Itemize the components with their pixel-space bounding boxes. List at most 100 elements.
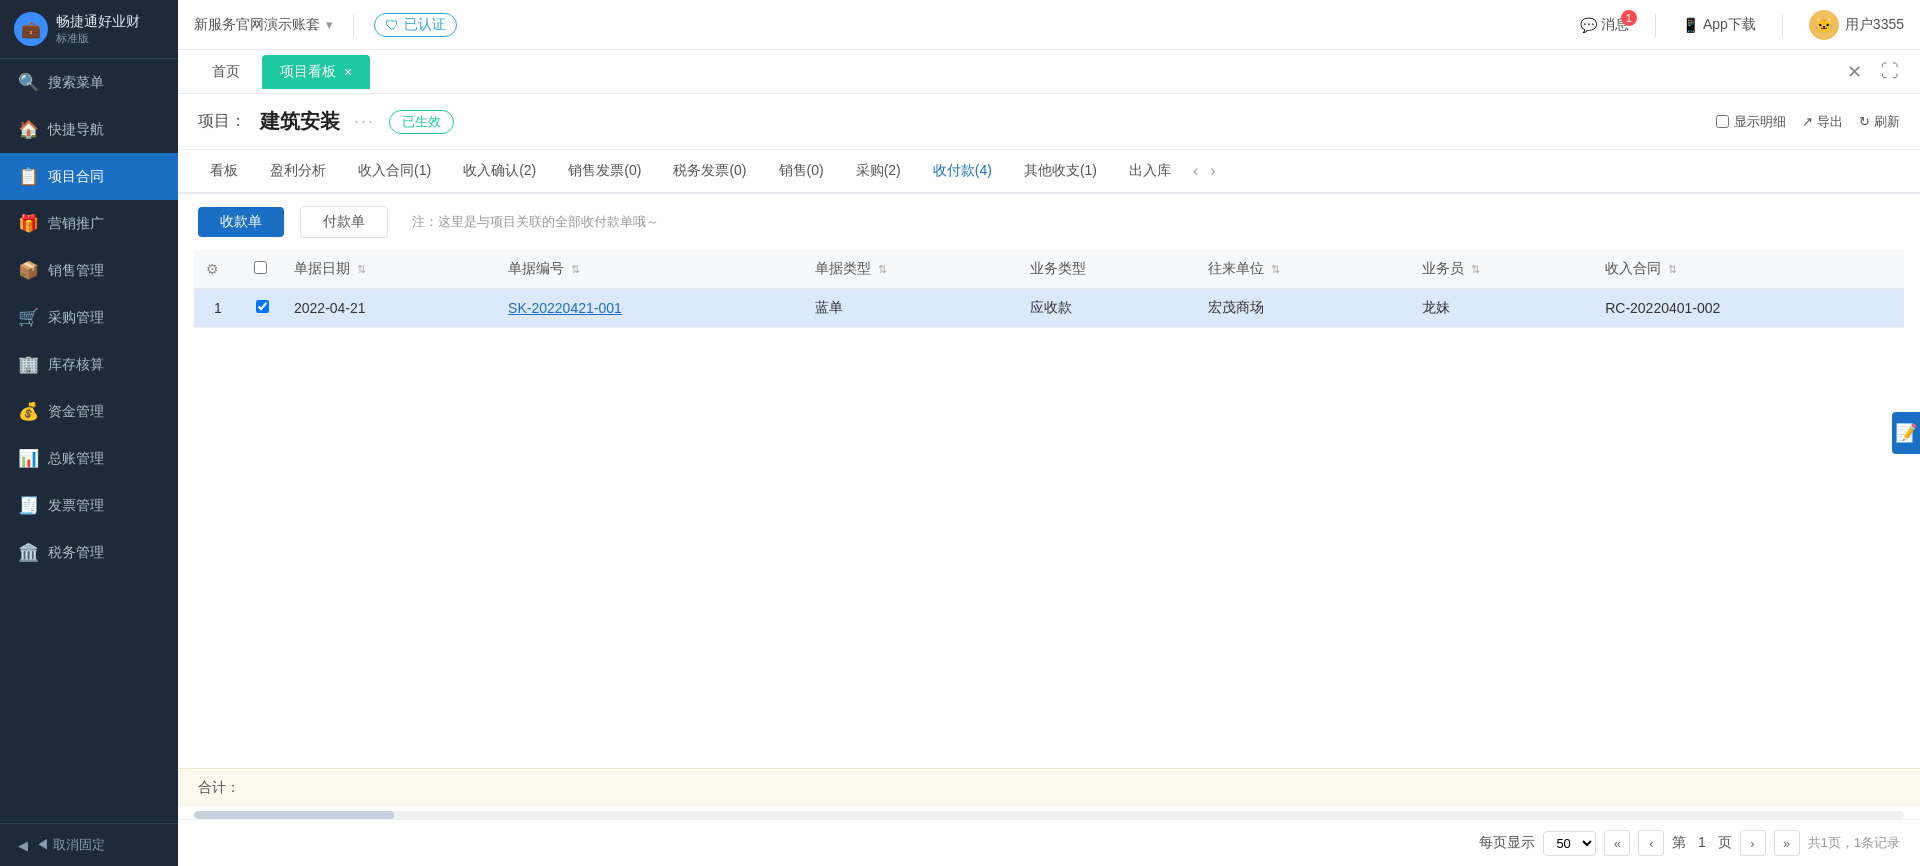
tab-home[interactable]: 首页 xyxy=(194,55,258,89)
window-maximize-button[interactable]: ⛶ xyxy=(1876,58,1904,86)
sub-nav-income-contract[interactable]: 收入合同(1) xyxy=(342,150,447,194)
refresh-button[interactable]: ↻ 刷新 xyxy=(1859,113,1900,131)
sub-nav-collection[interactable]: 收付款(4) xyxy=(917,150,1008,194)
total-row: 合计： xyxy=(178,768,1920,807)
sort-icon-date: ⇅ xyxy=(357,263,366,275)
tab-board[interactable]: 项目看板 × xyxy=(262,55,370,89)
topbar-divider3 xyxy=(1782,13,1783,37)
th-partner[interactable]: 往来单位 ⇅ xyxy=(1196,250,1410,289)
sidebar-unpin[interactable]: ◀ ◀ 取消固定 xyxy=(0,823,178,866)
table-row[interactable]: 1 2022-04-21 SK-20220421-001 蓝单 应收款 宏茂商场 xyxy=(194,289,1904,328)
show-detail-checkbox[interactable] xyxy=(1716,115,1729,128)
window-close-button[interactable]: ✕ xyxy=(1840,58,1868,86)
project-header: 项目： 建筑安装 ··· 已生效 显示明细 ↗ 导出 ↻ 刷新 xyxy=(178,94,1920,150)
app-logo-icon: 💼 xyxy=(14,12,48,46)
th-income-contract[interactable]: 收入合同 ⇅ xyxy=(1593,250,1904,289)
select-all-checkbox[interactable] xyxy=(254,261,267,274)
sidebar-item-tax[interactable]: 🏛️ 税务管理 xyxy=(0,529,178,576)
row-checkbox[interactable] xyxy=(256,300,269,313)
project-more-icon[interactable]: ··· xyxy=(354,111,375,132)
content-area: 项目： 建筑安装 ··· 已生效 显示明细 ↗ 导出 ↻ 刷新 xyxy=(178,94,1920,866)
payment-tab-button[interactable]: 付款单 xyxy=(300,206,388,238)
th-date[interactable]: 单据日期 ⇅ xyxy=(282,250,496,289)
sort-icon-partner: ⇅ xyxy=(1271,263,1280,275)
sub-nav-next-arrow[interactable]: › xyxy=(1204,154,1221,188)
sub-nav-other-expense[interactable]: 其他收支(1) xyxy=(1008,150,1113,194)
sidebar-item-inventory[interactable]: 🏢 库存核算 xyxy=(0,341,178,388)
mobile-icon: 📱 xyxy=(1682,17,1699,33)
panel-content: 收款单 付款单 注：这里是与项目关联的全部收付款单哦～ ⚙ xyxy=(178,194,1920,866)
cell-partner: 宏茂商场 xyxy=(1196,289,1410,328)
tabbar: 首页 项目看板 × ✕ ⛶ xyxy=(178,50,1920,94)
settings-icon[interactable]: ⚙ xyxy=(206,261,219,277)
sort-icon-salesperson: ⇅ xyxy=(1471,263,1480,275)
show-detail-checkbox-label[interactable]: 显示明细 xyxy=(1716,113,1786,131)
table-wrap: ⚙ 单据日期 ⇅ 单据编号 ⇅ xyxy=(178,250,1920,768)
sub-nav-inout[interactable]: 出入库 xyxy=(1113,150,1187,194)
cell-salesperson: 龙妹 xyxy=(1410,289,1593,328)
sidebar-item-contract[interactable]: 📋 项目合同 xyxy=(0,153,178,200)
next-page-button[interactable]: › xyxy=(1740,830,1766,856)
sub-nav-purchase[interactable]: 采购(2) xyxy=(840,150,917,194)
gift-icon: 🎁 xyxy=(18,213,38,234)
app-download-button[interactable]: 📱 App下载 xyxy=(1682,16,1756,34)
receipt-tab-button[interactable]: 收款单 xyxy=(198,207,284,237)
sub-nav-profit[interactable]: 盈利分析 xyxy=(254,150,342,194)
last-page-button[interactable]: » xyxy=(1774,830,1800,856)
th-salesperson[interactable]: 业务员 ⇅ xyxy=(1410,250,1593,289)
per-page-label: 每页显示 xyxy=(1479,834,1535,852)
th-code[interactable]: 单据编号 ⇅ xyxy=(496,250,803,289)
main-content: 新服务官网演示账套 ▾ 🛡 已认证 💬 消息 1 📱 App下载 🐱 用户335… xyxy=(178,0,1920,866)
per-page-select[interactable]: 50 xyxy=(1543,831,1596,856)
export-button[interactable]: ↗ 导出 xyxy=(1802,113,1843,131)
sidebar-item-search[interactable]: 🔍 搜索菜单 xyxy=(0,59,178,106)
home-icon: 🏠 xyxy=(18,119,38,140)
total-label: 合计： xyxy=(198,779,240,795)
sub-nav-tax-invoice[interactable]: 税务发票(0) xyxy=(657,150,762,194)
first-page-button[interactable]: « xyxy=(1604,830,1630,856)
table-scrollbar[interactable] xyxy=(194,811,1904,819)
cell-biz-type: 应收款 xyxy=(1018,289,1197,328)
sidebar-logo-text: 畅捷通好业财 标准版 xyxy=(56,12,140,45)
sub-tabs: 收款单 付款单 注：这里是与项目关联的全部收付款单哦～ xyxy=(178,194,1920,250)
user-menu[interactable]: 🐱 用户3355 xyxy=(1809,10,1904,40)
receipt-icon: 🧾 xyxy=(18,495,38,516)
account-dropdown-icon[interactable]: ▾ xyxy=(326,17,333,32)
th-settings[interactable]: ⚙ xyxy=(194,250,242,289)
th-type[interactable]: 单据类型 ⇅ xyxy=(803,250,1017,289)
topbar-divider xyxy=(353,13,354,37)
sub-nav: 看板 盈利分析 收入合同(1) 收入确认(2) 销售发票(0) 税务发票(0) … xyxy=(178,150,1920,194)
sub-nav-sales-invoice[interactable]: 销售发票(0) xyxy=(552,150,657,194)
sidebar-item-shortcut[interactable]: 🏠 快捷导航 xyxy=(0,106,178,153)
project-name: 建筑安装 xyxy=(260,108,340,135)
avatar: 🐱 xyxy=(1809,10,1839,40)
export-icon: ↗ xyxy=(1802,114,1813,129)
sidebar-item-finance[interactable]: 💰 资金管理 xyxy=(0,388,178,435)
total-pages-info: 共1页，1条记录 xyxy=(1808,834,1900,852)
table-header: ⚙ 单据日期 ⇅ 单据编号 ⇅ xyxy=(194,250,1904,289)
sidebar-item-ledger[interactable]: 📊 总账管理 xyxy=(0,435,178,482)
side-note-panel[interactable]: 📝 xyxy=(1892,412,1920,454)
sub-nav-board[interactable]: 看板 xyxy=(194,150,254,194)
cell-date: 2022-04-21 xyxy=(282,289,496,328)
table-scrollbar-thumb[interactable] xyxy=(194,811,394,819)
certified-badge: 🛡 已认证 xyxy=(374,13,457,37)
prev-page-button[interactable]: ‹ xyxy=(1638,830,1664,856)
cart-icon: 🛒 xyxy=(18,307,38,328)
sidebar-item-invoice[interactable]: 🧾 发票管理 xyxy=(0,482,178,529)
search-icon: 🔍 xyxy=(18,72,38,93)
table-scrollbar-wrap xyxy=(178,807,1920,819)
message-button[interactable]: 💬 消息 1 xyxy=(1580,16,1629,34)
cell-code[interactable]: SK-20220421-001 xyxy=(496,289,803,328)
tab-close-icon[interactable]: × xyxy=(344,64,352,80)
sidebar-item-purchase[interactable]: 🛒 采购管理 xyxy=(0,294,178,341)
sub-nav-income-confirm[interactable]: 收入确认(2) xyxy=(447,150,552,194)
sort-icon-type: ⇅ xyxy=(878,263,887,275)
tax-icon: 🏛️ xyxy=(18,542,38,563)
topbar-right: 💬 消息 1 📱 App下载 🐱 用户3355 xyxy=(1580,10,1904,40)
th-checkbox xyxy=(242,250,282,289)
sidebar-item-marketing[interactable]: 🎁 营销推广 xyxy=(0,200,178,247)
sub-nav-sales[interactable]: 销售(0) xyxy=(763,150,840,194)
sub-nav-prev-arrow[interactable]: ‹ xyxy=(1187,154,1204,188)
sidebar-item-sales[interactable]: 📦 销售管理 xyxy=(0,247,178,294)
